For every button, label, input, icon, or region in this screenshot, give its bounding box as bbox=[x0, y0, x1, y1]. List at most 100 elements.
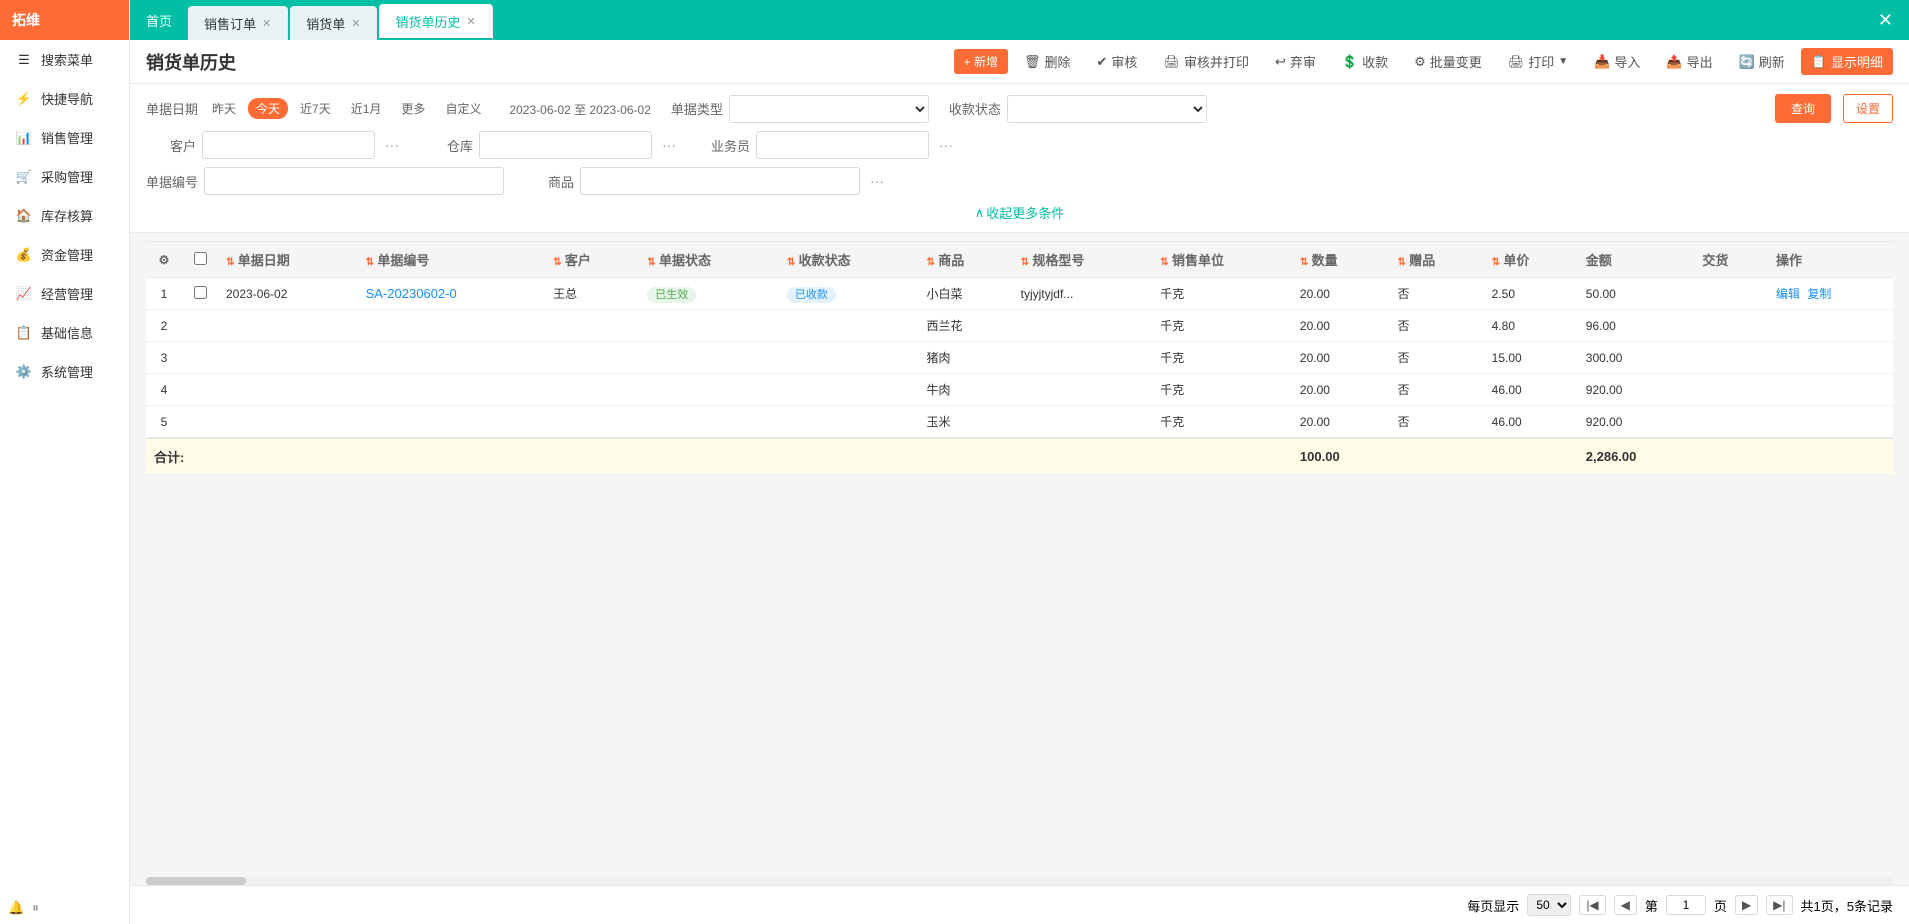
first-page-button[interactable]: |◀ bbox=[1579, 895, 1605, 915]
warehouse-dots-button[interactable]: ··· bbox=[658, 137, 680, 153]
collapse-button[interactable]: ∧ 收起更多条件 bbox=[975, 203, 1065, 222]
page-number-input[interactable] bbox=[1666, 895, 1706, 915]
row-1-spec-type: tyjyjtyjdf... bbox=[1013, 278, 1153, 310]
sort-icon[interactable]: ⇅ bbox=[226, 257, 234, 268]
sidebar-item-finance-mgmt[interactable]: 💰 资金管理 bbox=[0, 235, 129, 274]
close-all-tabs-button[interactable]: ✕ bbox=[1878, 10, 1893, 31]
row-2-product: 西兰花 bbox=[919, 310, 1013, 342]
sidebar-item-operations-mgmt[interactable]: 📈 经营管理 bbox=[0, 274, 129, 313]
date-tag-custom[interactable]: 自定义 bbox=[437, 98, 489, 119]
row-5-unit-price: 46.00 bbox=[1484, 406, 1578, 439]
doc-number-input[interactable] bbox=[204, 167, 504, 195]
show-details-button[interactable]: 📋 显示明细 bbox=[1801, 48, 1893, 75]
doc-type-filter: 单据类型 bbox=[671, 95, 929, 123]
abandon-button[interactable]: ↩ 弃审 bbox=[1265, 48, 1326, 75]
review-print-button[interactable]: 🖨 审核并打印 bbox=[1153, 48, 1259, 75]
system-mgmt-icon: ⚙️ bbox=[15, 363, 33, 381]
sort-icon[interactable]: ⇅ bbox=[647, 257, 655, 268]
date-tag-1month[interactable]: 近1月 bbox=[343, 98, 390, 119]
product-input[interactable] bbox=[580, 167, 860, 195]
sidebar-item-sales-mgmt[interactable]: 📊 销售管理 bbox=[0, 118, 129, 157]
tab-sales-bill[interactable]: 销货单 ✕ bbox=[290, 6, 377, 40]
date-tag-7days[interactable]: 近7天 bbox=[292, 98, 339, 119]
next-page-button[interactable]: ▶ bbox=[1735, 895, 1758, 915]
row-checkbox-1[interactable] bbox=[182, 278, 218, 310]
sort-icon[interactable]: ⇅ bbox=[1492, 257, 1500, 268]
date-tag-yesterday[interactable]: 昨天 bbox=[204, 98, 244, 119]
col-checkbox[interactable] bbox=[182, 242, 218, 278]
delete-button[interactable]: 🗑 删除 bbox=[1014, 48, 1081, 75]
sidebar-item-basic-info[interactable]: 📋 基础信息 bbox=[0, 313, 129, 352]
sort-icon[interactable]: ⇅ bbox=[1398, 257, 1406, 268]
sort-icon[interactable]: ⇅ bbox=[1160, 257, 1168, 268]
row-1-checkbox[interactable] bbox=[194, 286, 207, 299]
print-button[interactable]: 🖨 打印 ▼ bbox=[1498, 48, 1578, 75]
row-1-copy-button[interactable]: 复制 bbox=[1807, 287, 1831, 301]
table-row: 4 牛肉 千克 20.00 否 46.00 920.00 bbox=[146, 374, 1893, 406]
row-num-2: 2 bbox=[146, 310, 182, 342]
col-doc-number: ⇅ 单据编号 bbox=[358, 242, 545, 278]
new-button[interactable]: + 新增 bbox=[954, 49, 1008, 74]
refresh-button[interactable]: 🔄 刷新 bbox=[1729, 48, 1795, 75]
sidebar-item-purchase-mgmt[interactable]: 🛒 采购管理 bbox=[0, 157, 129, 196]
row-1-doc-number-link[interactable]: SA-20230602-0 bbox=[366, 286, 457, 301]
import-button[interactable]: 📥 导入 bbox=[1584, 48, 1650, 75]
payment-status-select[interactable] bbox=[1007, 95, 1207, 123]
sort-icon[interactable]: ⇅ bbox=[553, 257, 561, 268]
last-page-button[interactable]: ▶| bbox=[1766, 895, 1792, 915]
customer-dots-button[interactable]: ··· bbox=[381, 137, 403, 153]
tab-close-icon[interactable]: ✕ bbox=[262, 17, 271, 30]
collapse-up-icon: ∧ bbox=[975, 205, 985, 221]
warehouse-input[interactable] bbox=[479, 131, 652, 159]
tab-sales-order[interactable]: 销售订单 ✕ bbox=[188, 6, 288, 40]
tab-sales-bill-history[interactable]: 销货单历史 ✕ bbox=[379, 4, 492, 40]
row-1-edit-button[interactable]: 编辑 bbox=[1776, 287, 1800, 301]
sidebar-bottom-icon2[interactable]: ⏸ bbox=[32, 900, 39, 916]
sort-icon[interactable]: ⇅ bbox=[1300, 257, 1308, 268]
tab-close-icon[interactable]: ✕ bbox=[351, 17, 360, 30]
salesperson-filter: 业务员 ··· bbox=[700, 131, 957, 159]
customer-input[interactable] bbox=[202, 131, 375, 159]
date-tag-more[interactable]: 更多 bbox=[393, 98, 433, 119]
row-1-doc-number: SA-20230602-0 bbox=[358, 278, 545, 310]
doc-type-select[interactable] bbox=[729, 95, 929, 123]
col-delivery: 交货 bbox=[1694, 242, 1768, 278]
tab-close-icon[interactable]: ✕ bbox=[467, 15, 476, 28]
table-row: 1 2023-06-02 SA-20230602-0 王总 已生效 已收款 小白… bbox=[146, 278, 1893, 310]
sidebar-item-system-mgmt[interactable]: ⚙️ 系统管理 bbox=[0, 352, 129, 391]
salesperson-input[interactable] bbox=[756, 131, 929, 159]
export-button[interactable]: 📤 导出 bbox=[1656, 48, 1722, 75]
sort-icon[interactable]: ⇅ bbox=[927, 257, 935, 268]
sidebar-item-search-menu[interactable]: ☰ 搜索菜单 bbox=[0, 40, 129, 79]
sidebar-item-inventory[interactable]: 🏠 库存核算 bbox=[0, 196, 129, 235]
horizontal-scrollbar[interactable] bbox=[146, 877, 1893, 885]
scrollbar-thumb[interactable] bbox=[146, 877, 246, 885]
date-tag-today[interactable]: 今天 bbox=[248, 98, 288, 119]
query-button[interactable]: 查询 bbox=[1775, 94, 1831, 123]
batch-change-button[interactable]: ⚙ 批量变更 bbox=[1404, 48, 1492, 75]
row-num-5: 5 bbox=[146, 406, 182, 439]
collect-button[interactable]: 💲 收款 bbox=[1332, 48, 1398, 75]
sort-icon[interactable]: ⇅ bbox=[787, 257, 795, 268]
select-all-checkbox[interactable] bbox=[194, 252, 207, 265]
print-dropdown-icon: ▼ bbox=[1558, 56, 1568, 67]
toolbar: + 新增 🗑 删除 ✔ 审核 🖨 审核并打印 ↩ 弃审 💲 收款 bbox=[954, 48, 1893, 75]
sort-icon[interactable]: ⇅ bbox=[1021, 257, 1029, 268]
sidebar-bottom-icon1[interactable]: 🔔 bbox=[8, 900, 24, 916]
date-range-tags: 昨天 今天 近7天 近1月 更多 自定义 bbox=[204, 98, 489, 119]
sidebar-item-quick-nav[interactable]: ⚡ 快捷导航 bbox=[0, 79, 129, 118]
prev-page-button[interactable]: ◀ bbox=[1614, 895, 1637, 915]
sort-icon[interactable]: ⇅ bbox=[366, 257, 374, 268]
warehouse-label: 仓库 bbox=[423, 136, 473, 155]
row-1-payment-status: 已收款 bbox=[779, 278, 919, 310]
product-filter: 商品 ··· bbox=[524, 167, 888, 195]
total-quantity: 100.00 bbox=[1292, 438, 1390, 475]
product-dots-button[interactable]: ··· bbox=[866, 173, 888, 189]
col-settings[interactable]: ⚙ bbox=[146, 242, 182, 278]
table-area: ⚙ ⇅ 单据日期 ⇅ 单据编号 ⇅ 客户 ⇅ 单据状态 ⇅ 收款状态 ⇅ 商品 … bbox=[130, 233, 1909, 877]
nav-home-link[interactable]: 首页 bbox=[146, 11, 172, 30]
settings-button[interactable]: 设置 bbox=[1843, 94, 1893, 123]
per-page-select[interactable]: 50 bbox=[1527, 894, 1571, 916]
review-button[interactable]: ✔ 审核 bbox=[1087, 48, 1148, 75]
salesperson-dots-button[interactable]: ··· bbox=[935, 137, 957, 153]
